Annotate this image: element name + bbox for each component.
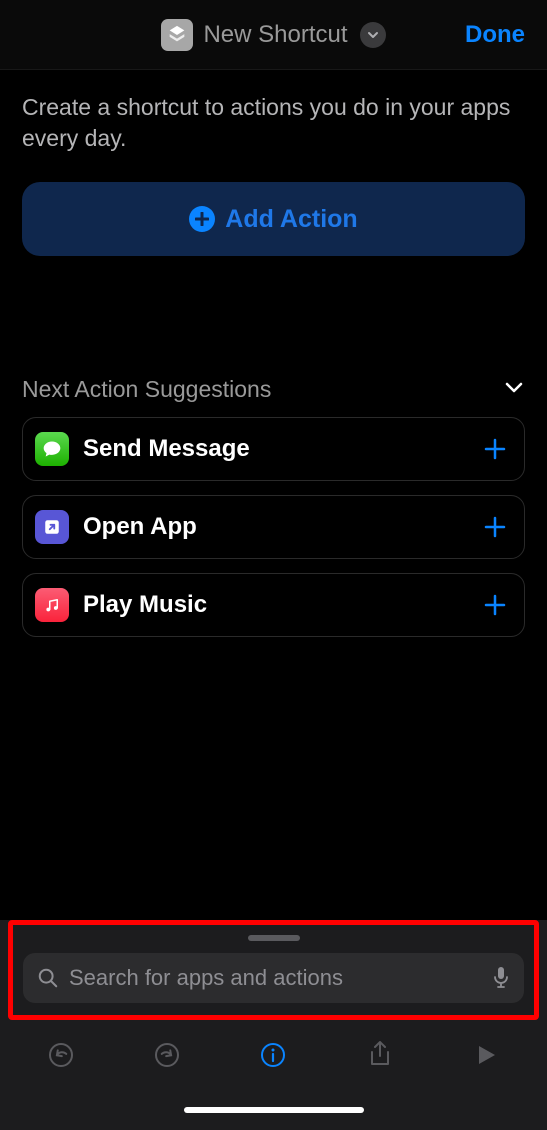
info-icon — [259, 1041, 287, 1069]
chevron-down-icon — [367, 29, 379, 41]
suggestion-label: Open App — [83, 513, 482, 541]
toolbar — [0, 1020, 547, 1090]
info-button[interactable] — [253, 1035, 293, 1075]
run-button[interactable] — [466, 1035, 506, 1075]
add-suggestion-button[interactable] — [482, 592, 508, 618]
sheet-grabber[interactable] — [248, 935, 300, 941]
search-input[interactable] — [69, 965, 482, 991]
shortcut-app-icon — [161, 19, 193, 51]
suggestion-label: Play Music — [83, 591, 482, 619]
share-icon — [367, 1040, 393, 1070]
redo-icon — [153, 1041, 181, 1069]
suggestions-collapse-button[interactable] — [503, 376, 525, 403]
microphone-icon[interactable] — [492, 966, 510, 990]
messages-icon — [35, 432, 69, 466]
done-button[interactable]: Done — [465, 21, 525, 49]
undo-button[interactable] — [41, 1035, 81, 1075]
suggestion-play-music[interactable]: Play Music — [22, 573, 525, 637]
share-button[interactable] — [360, 1035, 400, 1075]
annotation-highlight — [8, 920, 539, 1020]
page-title: New Shortcut — [203, 21, 347, 49]
suggestion-label: Send Message — [83, 435, 482, 463]
home-indicator[interactable] — [0, 1090, 547, 1130]
add-action-button[interactable]: Add Action — [22, 182, 525, 256]
open-app-icon — [35, 510, 69, 544]
music-icon — [35, 588, 69, 622]
add-suggestion-button[interactable] — [482, 436, 508, 462]
header: New Shortcut Done — [0, 0, 547, 70]
chevron-down-icon — [503, 376, 525, 398]
plus-icon — [482, 436, 508, 462]
intro-text: Create a shortcut to actions you do in y… — [22, 92, 525, 154]
search-bar[interactable] — [23, 953, 524, 1003]
suggestion-send-message[interactable]: Send Message — [22, 417, 525, 481]
add-action-label: Add Action — [225, 205, 357, 234]
suggestion-open-app[interactable]: Open App — [22, 495, 525, 559]
add-suggestion-button[interactable] — [482, 514, 508, 540]
play-icon — [473, 1042, 499, 1068]
plus-icon — [482, 592, 508, 618]
redo-button[interactable] — [147, 1035, 187, 1075]
plus-circle-icon — [189, 206, 215, 232]
search-icon — [37, 967, 59, 989]
plus-icon — [482, 514, 508, 540]
title-dropdown-button[interactable] — [360, 22, 386, 48]
undo-icon — [47, 1041, 75, 1069]
suggestions-title: Next Action Suggestions — [22, 376, 271, 403]
